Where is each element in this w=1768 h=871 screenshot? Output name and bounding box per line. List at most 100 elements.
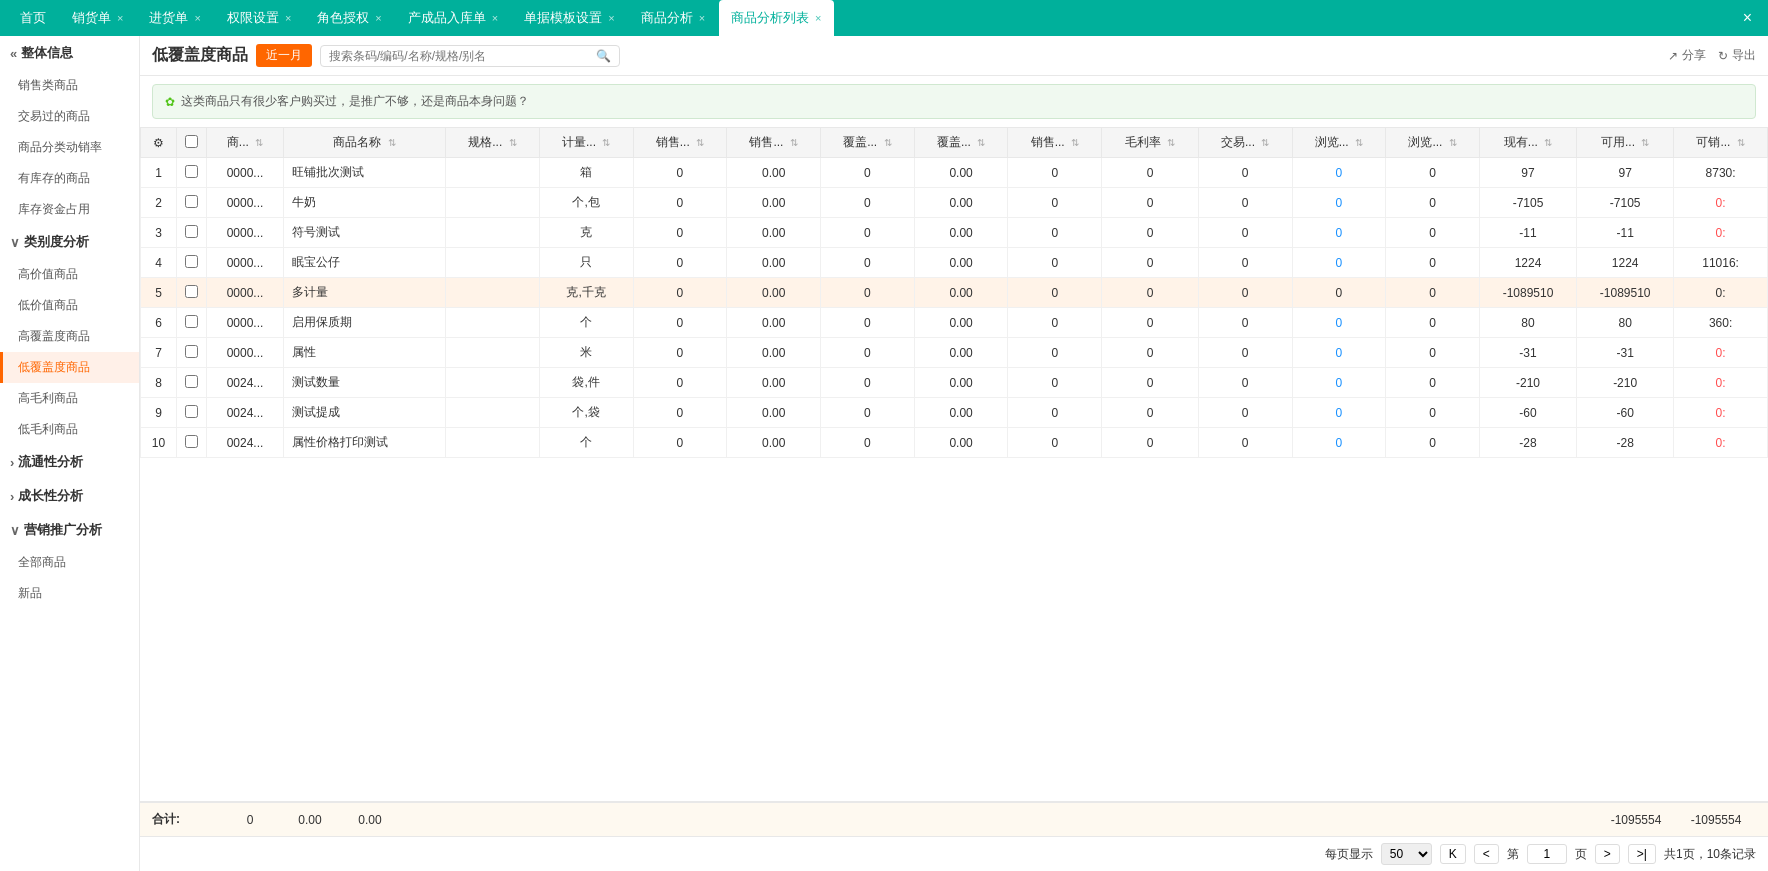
per-page-select[interactable]: 50 10 20 100 [1381, 843, 1432, 865]
nav-tab-sales[interactable]: 销货单 × [60, 0, 135, 36]
row-checkbox[interactable] [177, 188, 207, 218]
row-name: 启用保质期 [284, 308, 446, 338]
close-icon[interactable]: × [699, 12, 705, 24]
nav-tab-product-inbound[interactable]: 产成品入库单 × [396, 0, 510, 36]
col-available[interactable]: 可用... ⇅ [1577, 128, 1674, 158]
nav-tab-purchase[interactable]: 进货单 × [137, 0, 212, 36]
next-page-button[interactable]: > [1595, 844, 1620, 864]
table-container[interactable]: ⚙ 商... ⇅ 商品名称 ⇅ [140, 127, 1768, 801]
sidebar-item-new-products[interactable]: 新品 [0, 578, 139, 609]
row-checkbox[interactable] [177, 158, 207, 188]
row-browse1[interactable]: 0 [1292, 428, 1386, 458]
row-browse1[interactable]: 0 [1292, 158, 1386, 188]
page-title: 低覆盖度商品 [152, 45, 248, 66]
row-saleable: 8730: [1674, 158, 1768, 188]
col-name[interactable]: 商品名称 ⇅ [284, 128, 446, 158]
time-filter-button[interactable]: 近一月 [256, 44, 312, 67]
row-browse1[interactable]: 0 [1292, 218, 1386, 248]
close-all-button[interactable]: × [1735, 9, 1760, 27]
row-sales-amt: 0.00 [727, 278, 821, 308]
last-page-button[interactable]: >| [1628, 844, 1656, 864]
sidebar-header[interactable]: « 整体信息 [0, 36, 139, 70]
col-code[interactable]: 商... ⇅ [207, 128, 284, 158]
page-label: 第 [1507, 846, 1519, 863]
prev-page-button[interactable]: < [1474, 844, 1499, 864]
sidebar-section-liquidity[interactable]: › 流通性分析 [0, 445, 139, 479]
nav-tab-template[interactable]: 单据模板设置 × [512, 0, 626, 36]
col-gross-rate[interactable]: 毛利率 ⇅ [1102, 128, 1199, 158]
search-input[interactable] [329, 49, 592, 63]
col-browse2[interactable]: 浏览... ⇅ [1386, 128, 1480, 158]
col-spec[interactable]: 规格... ⇅ [446, 128, 540, 158]
close-icon[interactable]: × [285, 12, 291, 24]
row-gross-rate: 0 [1102, 428, 1199, 458]
close-icon[interactable]: × [375, 12, 381, 24]
sidebar-item-low-value[interactable]: 低价值商品 [0, 290, 139, 321]
row-browse1[interactable]: 0 [1292, 188, 1386, 218]
row-browse1[interactable]: 0 [1292, 398, 1386, 428]
nav-tab-product-analysis[interactable]: 商品分析 × [629, 0, 717, 36]
sidebar-item-low-coverage[interactable]: 低覆盖度商品 [0, 352, 139, 383]
row-checkbox[interactable] [177, 338, 207, 368]
export-button[interactable]: ↻ 导出 [1718, 47, 1756, 64]
row-browse2: 0 [1386, 158, 1480, 188]
footer-current: -1095554 [1596, 813, 1676, 827]
sidebar-section-growth[interactable]: › 成长性分析 [0, 479, 139, 513]
col-cover2[interactable]: 覆盖... ⇅ [914, 128, 1008, 158]
close-icon[interactable]: × [117, 12, 123, 24]
sidebar-item-low-margin[interactable]: 低毛利商品 [0, 414, 139, 445]
nav-tab-product-analysis-list[interactable]: 商品分析列表 × [719, 0, 833, 36]
row-checkbox[interactable] [177, 428, 207, 458]
col-settings[interactable]: ⚙ [141, 128, 177, 158]
share-button[interactable]: ↗ 分享 [1668, 47, 1706, 64]
row-unit: 克,千克 [539, 278, 633, 308]
nav-tab-permission[interactable]: 权限设置 × [215, 0, 303, 36]
nav-tab-role[interactable]: 角色授权 × [305, 0, 393, 36]
settings-icon[interactable]: ⚙ [153, 136, 164, 150]
row-browse1[interactable]: 0 [1292, 278, 1386, 308]
row-browse2: 0 [1386, 278, 1480, 308]
close-icon[interactable]: × [194, 12, 200, 24]
row-checkbox[interactable] [177, 248, 207, 278]
row-browse1[interactable]: 0 [1292, 308, 1386, 338]
row-checkbox[interactable] [177, 368, 207, 398]
col-trade[interactable]: 交易... ⇅ [1198, 128, 1292, 158]
row-browse1[interactable]: 0 [1292, 338, 1386, 368]
row-checkbox[interactable] [177, 398, 207, 428]
close-icon[interactable]: × [815, 12, 821, 24]
col-checkbox[interactable] [177, 128, 207, 158]
row-sales3: 0 [1008, 278, 1102, 308]
sidebar-item-all-products[interactable]: 全部商品 [0, 547, 139, 578]
sidebar-item-high-margin[interactable]: 高毛利商品 [0, 383, 139, 414]
row-browse1[interactable]: 0 [1292, 368, 1386, 398]
sidebar-item-high-value[interactable]: 高价值商品 [0, 259, 139, 290]
nav-tab-home[interactable]: 首页 [8, 0, 58, 36]
sidebar-item-high-coverage[interactable]: 高覆盖度商品 [0, 321, 139, 352]
row-browse1[interactable]: 0 [1292, 248, 1386, 278]
sidebar-item-stock-capital[interactable]: 库存资金占用 [0, 194, 139, 225]
sidebar-item-category-rate[interactable]: 商品分类动销率 [0, 132, 139, 163]
col-cover1[interactable]: 覆盖... ⇅ [821, 128, 915, 158]
col-saleable[interactable]: 可销... ⇅ [1674, 128, 1768, 158]
current-page-input[interactable] [1527, 844, 1567, 864]
sidebar-section-category[interactable]: ∨ 类别度分析 [0, 225, 139, 259]
col-current[interactable]: 现有... ⇅ [1479, 128, 1576, 158]
sidebar-item-in-stock[interactable]: 有库存的商品 [0, 163, 139, 194]
row-checkbox[interactable] [177, 278, 207, 308]
sidebar-section-marketing[interactable]: ∨ 营销推广分析 [0, 513, 139, 547]
col-unit[interactable]: 计量... ⇅ [539, 128, 633, 158]
col-sales3[interactable]: 销售... ⇅ [1008, 128, 1102, 158]
sidebar-item-sales-products[interactable]: 销售类商品 [0, 70, 139, 101]
row-checkbox[interactable] [177, 218, 207, 248]
sidebar-item-traded-products[interactable]: 交易过的商品 [0, 101, 139, 132]
table-row: 50000...多计量克,千克00.0000.0000000-1089510-1… [141, 278, 1768, 308]
row-checkbox[interactable] [177, 308, 207, 338]
col-browse1[interactable]: 浏览... ⇅ [1292, 128, 1386, 158]
close-icon[interactable]: × [608, 12, 614, 24]
close-icon[interactable]: × [492, 12, 498, 24]
select-all-checkbox[interactable] [185, 135, 198, 148]
col-sales-amt[interactable]: 销售... ⇅ [727, 128, 821, 158]
col-sales-qty[interactable]: 销售... ⇅ [633, 128, 727, 158]
sort-icon: ⇅ [255, 137, 263, 148]
first-page-button[interactable]: K [1440, 844, 1466, 864]
